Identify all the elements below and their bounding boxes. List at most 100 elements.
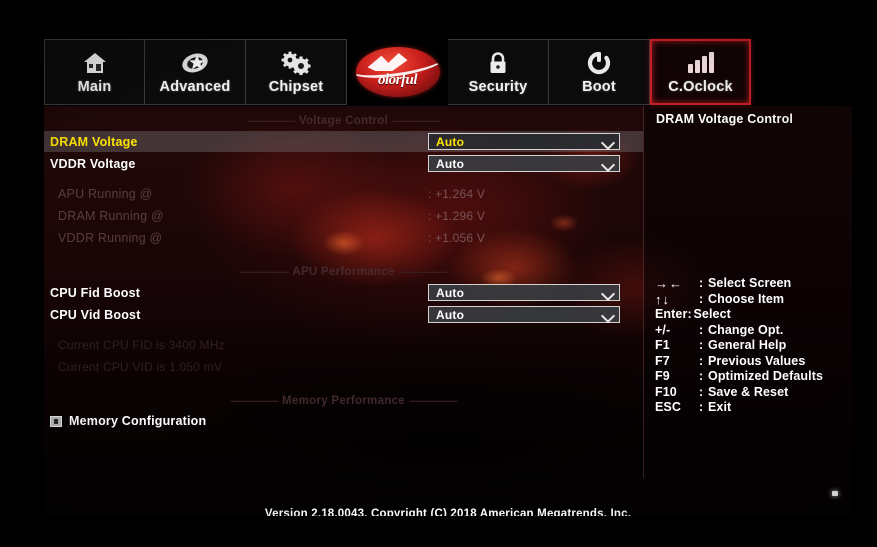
chevron-down-icon xyxy=(602,158,614,170)
colorful-logo: olorful xyxy=(347,39,448,105)
cpu-fid-boost-dropdown[interactable]: Auto xyxy=(428,284,620,301)
key-description: Exit xyxy=(708,400,732,414)
row-cpu-vid-boost-label: CPU Vid Boost xyxy=(50,307,141,322)
home-icon xyxy=(82,50,108,76)
vddr-voltage-dropdown[interactable]: Auto xyxy=(428,155,620,172)
row-dram-running: DRAM Running @ : +1.296 V xyxy=(44,205,643,226)
tab-security-label: Security xyxy=(468,78,528,95)
setup-body: ------------------ Voltage Control -----… xyxy=(44,106,852,516)
key-separator: : xyxy=(699,353,704,368)
key-description: Optimized Defaults xyxy=(708,369,824,383)
key-name-f9: F9 xyxy=(655,369,670,383)
tab-main-label: Main xyxy=(77,78,112,95)
cpu-vid-boost-value: Auto xyxy=(436,307,465,322)
row-vddr-running: VDDR Running @ : +1.056 V xyxy=(44,227,643,248)
key-legend-row: →← : Select Screen xyxy=(655,276,851,292)
chevron-down-icon xyxy=(602,136,614,148)
section-dashes-right: ------------------ xyxy=(409,394,458,407)
row-memory-configuration-label: Memory Configuration xyxy=(69,414,207,428)
row-apu-running: APU Running @ : +1.264 V xyxy=(44,183,643,204)
footer-version-text: Version 2.18.0043. Copyright (C) 2018 Am… xyxy=(264,508,632,516)
row-current-cpu-fid: Current CPU FID is 3400 MHz xyxy=(44,334,643,355)
cpu-vid-boost-dropdown[interactable]: Auto xyxy=(428,306,620,323)
dram-voltage-value: Auto xyxy=(436,134,465,149)
key-legend-row: F7 : Previous Values xyxy=(655,354,851,370)
key-arrows-vertical-icon: ↑↓ xyxy=(655,291,670,307)
tab-coclock-label: C.Oclock xyxy=(668,78,733,95)
key-description: Change Opt. xyxy=(708,322,784,337)
row-cpu-fid-boost-label: CPU Fid Boost xyxy=(50,285,141,300)
key-separator: : xyxy=(699,338,704,352)
bars-icon xyxy=(687,50,715,76)
section-dashes-right: ------------------ xyxy=(398,265,448,278)
row-cpu-fid-boost[interactable]: CPU Fid Boost Auto xyxy=(44,282,643,303)
key-legend: →← : Select Screen ↑↓ : Choose Item Ente… xyxy=(655,276,851,416)
vddr-voltage-value: Auto xyxy=(436,156,465,171)
row-vddr-running-label: VDDR Running @ xyxy=(58,230,163,245)
colorful-logo-oval: olorful xyxy=(355,47,440,97)
row-current-cpu-vid-label: Current CPU VID is 1.050 mV xyxy=(58,359,223,374)
key-separator: : xyxy=(699,276,704,290)
tab-coclock[interactable]: C.Oclock xyxy=(650,39,751,105)
row-current-cpu-vid: Current CPU VID is 1.050 mV xyxy=(44,356,643,377)
row-dram-running-label: DRAM Running @ xyxy=(58,208,164,223)
row-cpu-vid-boost[interactable]: CPU Vid Boost Auto xyxy=(44,304,643,325)
tab-advanced[interactable]: Advanced xyxy=(145,39,246,105)
gears-icon xyxy=(280,50,312,76)
key-description: Previous Values xyxy=(708,353,806,368)
tab-main[interactable]: Main xyxy=(44,39,145,105)
lock-icon xyxy=(486,50,510,76)
row-vddr-running-value: : +1.056 V xyxy=(428,230,486,245)
key-description: Save & Reset xyxy=(708,384,789,399)
row-vddr-voltage[interactable]: VDDR Voltage Auto xyxy=(44,153,643,174)
key-name-f10: F10 xyxy=(655,384,677,399)
key-description: General Help xyxy=(708,338,787,352)
row-dram-voltage-label: DRAM Voltage xyxy=(50,134,138,149)
tab-boot-label: Boot xyxy=(582,78,616,95)
section-dashes-left: ------------------ xyxy=(246,114,296,127)
section-header-voltage-control-label: Voltage Control xyxy=(298,114,389,127)
section-dashes-left: ------------------ xyxy=(230,394,279,407)
key-legend-row: F10 : Save & Reset xyxy=(655,385,851,401)
section-header-apu-performance: ------------------ APU Performance -----… xyxy=(44,263,643,280)
key-description: Select xyxy=(693,307,731,321)
key-separator: : xyxy=(699,384,704,399)
cpu-fid-boost-value: Auto xyxy=(436,285,465,300)
tab-boot[interactable]: Boot xyxy=(549,39,650,105)
section-dashes-right: ------------------ xyxy=(392,114,441,127)
section-header-memory-performance: ------------------ Memory Performance --… xyxy=(44,392,643,409)
key-legend-row: ESC : Exit xyxy=(655,400,851,416)
row-current-cpu-fid-label: Current CPU FID is 3400 MHz xyxy=(58,337,225,352)
settings-pane: ------------------ Voltage Control -----… xyxy=(44,106,643,478)
key-legend-row: F1 : General Help xyxy=(655,338,851,354)
key-separator: : xyxy=(699,322,704,337)
tab-chipset[interactable]: Chipset xyxy=(246,39,347,105)
key-name-plus-minus: +/- xyxy=(655,322,671,337)
power-icon xyxy=(586,50,612,76)
key-arrows-horizontal-icon: →← xyxy=(655,276,683,291)
row-dram-running-value: : +1.296 V xyxy=(428,208,486,223)
chevron-down-icon xyxy=(602,287,614,299)
key-legend-row: +/- : Change Opt. xyxy=(655,323,851,339)
section-header-voltage-control: ------------------ Voltage Control -----… xyxy=(44,112,643,129)
row-memory-configuration[interactable]: Memory Configuration xyxy=(44,411,643,431)
key-legend-row: Enter : Select xyxy=(655,307,851,323)
gear-star-icon xyxy=(180,50,210,76)
tab-chipset-label: Chipset xyxy=(268,78,324,95)
section-dashes-left: ------------------ xyxy=(240,265,289,278)
key-separator: : xyxy=(699,369,704,383)
section-header-memory-performance-label: Memory Performance xyxy=(282,394,405,407)
dram-voltage-dropdown[interactable]: Auto xyxy=(428,133,620,150)
row-dram-voltage[interactable]: DRAM Voltage Auto xyxy=(44,131,643,152)
key-name-esc: ESC xyxy=(655,400,682,414)
section-header-apu-performance-label: APU Performance xyxy=(292,265,395,278)
key-description: Choose Item xyxy=(708,291,785,306)
key-separator: : xyxy=(699,291,704,306)
bios-setup-screen: Main Advanced Chipset olorful Security B… xyxy=(44,38,852,516)
colorful-logo-text: olorful xyxy=(377,72,418,88)
tab-security[interactable]: Security xyxy=(448,39,549,105)
